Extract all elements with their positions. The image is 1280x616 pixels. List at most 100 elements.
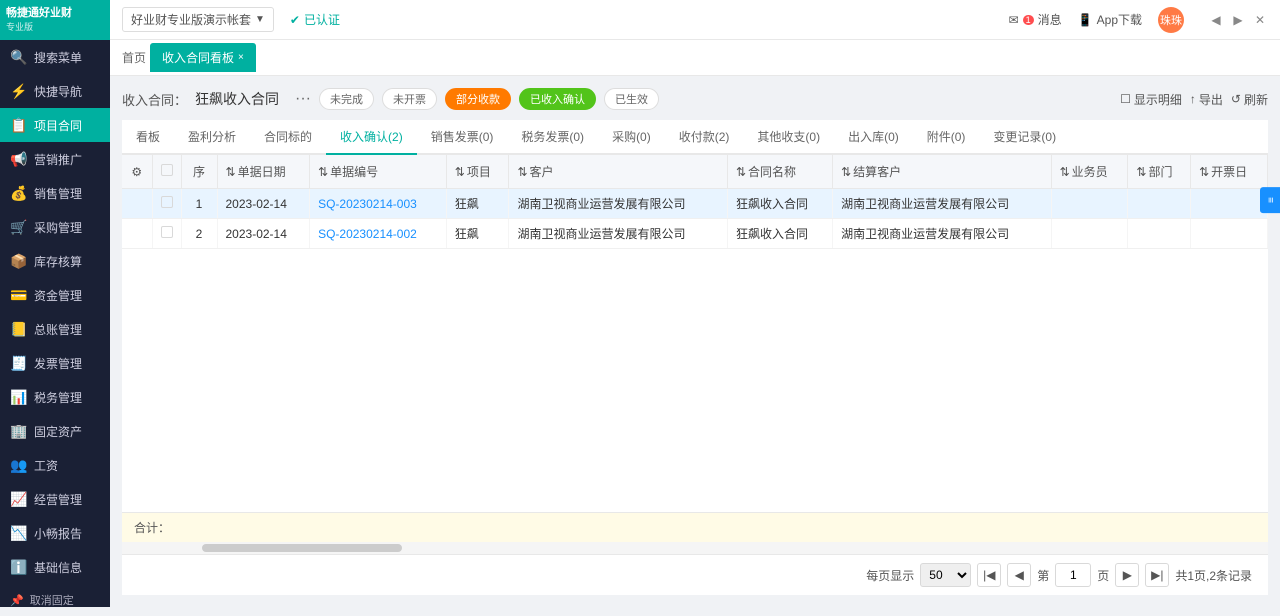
- avatar: 珠珠: [1158, 7, 1184, 33]
- quick-nav-icon: ⚡: [10, 82, 28, 100]
- status-incomplete[interactable]: 未完成: [319, 88, 374, 110]
- row1-check[interactable]: [152, 189, 181, 219]
- show-detail-toggle[interactable]: ☐ 显示明细: [1120, 91, 1182, 108]
- sidebar-item-quick-nav[interactable]: ⚡ 快捷导航: [0, 74, 110, 108]
- sidebar-item-sales[interactable]: 💰 销售管理: [0, 176, 110, 210]
- page-label: 第: [1037, 567, 1049, 584]
- header-actions: ☐ 显示明细 ↑ 导出 ↺ 刷新: [1120, 91, 1268, 108]
- table-row[interactable]: 1 2023-02-14 SQ-20230214-003 狂飙 湖南卫视商业运营…: [122, 189, 1268, 219]
- sidebar-item-marketing[interactable]: 📢 营销推广: [0, 142, 110, 176]
- th-bill-no[interactable]: ⇅单据编号: [310, 155, 447, 189]
- row1-dept: [1128, 189, 1191, 219]
- scrollbar-thumb[interactable]: [202, 544, 402, 552]
- row1-checkbox[interactable]: [161, 196, 173, 208]
- th-salesman[interactable]: ⇅业务员: [1051, 155, 1128, 189]
- select-all-checkbox[interactable]: [161, 164, 173, 176]
- window-close-button[interactable]: ✕: [1252, 12, 1268, 28]
- tab-kanban[interactable]: 看板: [122, 120, 174, 155]
- prev-page-button[interactable]: ◀: [1007, 563, 1031, 587]
- per-page-select[interactable]: 20 50 100: [920, 563, 971, 587]
- tab-change-log[interactable]: 变更记录(0): [979, 120, 1070, 155]
- tab-warehouse[interactable]: 出入库(0): [834, 120, 913, 155]
- close-tab-button[interactable]: ×: [238, 52, 244, 63]
- row2-end-customer: 湖南卫视商业运营发展有限公司: [833, 219, 1052, 249]
- user-avatar-button[interactable]: 珠珠: [1158, 7, 1184, 33]
- refresh-label: 刷新: [1244, 91, 1268, 108]
- tab-other-income[interactable]: 其他收支(0): [743, 120, 834, 155]
- sidebar-item-ops[interactable]: 📈 经营管理: [0, 482, 110, 516]
- status-effective[interactable]: 已生效: [604, 88, 659, 110]
- sidebar-item-capital[interactable]: 💳 资金管理: [0, 278, 110, 312]
- page-number-input[interactable]: 1: [1055, 563, 1091, 587]
- sidebar-item-reports[interactable]: 📉 小畅报告: [0, 516, 110, 550]
- window-forward-button[interactable]: ▶: [1230, 12, 1246, 28]
- sidebar-item-base-info[interactable]: ℹ️ 基础信息: [0, 550, 110, 584]
- right-panel-icon[interactable]: ≡: [1260, 187, 1280, 213]
- more-actions-button[interactable]: ···: [295, 90, 311, 108]
- sidebar-item-general-ledger-label: 总账管理: [34, 321, 82, 338]
- sidebar-item-inventory[interactable]: 📦 库存核算: [0, 244, 110, 278]
- th-date[interactable]: ⇅单据日期: [217, 155, 310, 189]
- hr-icon: 👥: [10, 456, 28, 474]
- tab-contract-std[interactable]: 合同标的: [250, 120, 326, 155]
- export-button[interactable]: ↑ 导出: [1190, 91, 1223, 108]
- sidebar-item-purchase-label: 采购管理: [34, 219, 82, 236]
- window-back-button[interactable]: ◀: [1208, 12, 1224, 28]
- tab-payment[interactable]: 收付款(2): [665, 120, 744, 155]
- row1-bill-no[interactable]: SQ-20230214-003: [310, 189, 447, 219]
- row1-no: 1: [181, 189, 217, 219]
- sidebar-item-hr[interactable]: 👥 工资: [0, 448, 110, 482]
- table-row[interactable]: 2 2023-02-14 SQ-20230214-002 狂飙 湖南卫视商业运营…: [122, 219, 1268, 249]
- sidebar-pin-item[interactable]: 📌 取消固定: [0, 584, 110, 616]
- app-edition: 专业版: [6, 20, 72, 33]
- th-setting[interactable]: ⚙: [122, 155, 152, 189]
- row2-check[interactable]: [152, 219, 181, 249]
- row1-bill-no-link[interactable]: SQ-20230214-003: [318, 197, 417, 211]
- company-selector[interactable]: 好业财专业版演示帐套 ▼: [122, 7, 274, 32]
- table-header-row: ⚙ 序 ⇅单据日期 ⇅单据编号 ⇅项目 ⇅客户 ⇅合同名称 ⇅结算客户 ⇅业务员…: [122, 155, 1268, 189]
- topbar-right: ✉ 1 消息 📱 App下载 珠珠 ◀ ▶ ✕: [1009, 7, 1268, 33]
- sidebar-item-general-ledger[interactable]: 📒 总账管理: [0, 312, 110, 346]
- refresh-button[interactable]: ↺ 刷新: [1231, 91, 1268, 108]
- tab-profit[interactable]: 盈利分析: [174, 120, 250, 155]
- sidebar-item-tax[interactable]: 📊 税务管理: [0, 380, 110, 414]
- tab-income-confirm[interactable]: 收入确认(2): [326, 120, 417, 155]
- row1-customer: 湖南卫视商业运营发展有限公司: [509, 189, 728, 219]
- sidebar-item-project-contract[interactable]: 📋 项目合同: [0, 108, 110, 142]
- export-icon: ↑: [1190, 92, 1196, 106]
- home-link[interactable]: 首页: [122, 49, 146, 66]
- active-tab[interactable]: 收入合同看板 ×: [150, 43, 256, 72]
- sidebar-item-tax-label: 税务管理: [34, 389, 82, 406]
- th-contract-name[interactable]: ⇅合同名称: [727, 155, 832, 189]
- sidebar-item-fixed-assets[interactable]: 🏢 固定资产: [0, 414, 110, 448]
- horizontal-scrollbar[interactable]: [122, 542, 1268, 554]
- tab-attachment[interactable]: 附件(0): [913, 120, 980, 155]
- th-end-customer[interactable]: ⇅结算客户: [833, 155, 1052, 189]
- sidebar-item-invoice-mgmt[interactable]: 🧾 发票管理: [0, 346, 110, 380]
- status-uninvoiced[interactable]: 未开票: [382, 88, 437, 110]
- message-button[interactable]: ✉ 1 消息: [1009, 11, 1062, 28]
- th-open-date[interactable]: ⇅开票日: [1191, 155, 1268, 189]
- app-download-button[interactable]: 📱 App下载: [1078, 11, 1142, 28]
- sidebar-item-invoice-mgmt-label: 发票管理: [34, 355, 82, 372]
- row2-bill-no-link[interactable]: SQ-20230214-002: [318, 227, 417, 241]
- row2-open-date: [1191, 219, 1268, 249]
- status-partial-collected[interactable]: 部分收款: [445, 88, 511, 110]
- tab-purchase[interactable]: 采购(0): [598, 120, 665, 155]
- sidebar-item-search[interactable]: 🔍 搜索菜单: [0, 40, 110, 74]
- first-page-button[interactable]: |◀: [977, 563, 1001, 587]
- last-page-button[interactable]: ▶|: [1145, 563, 1169, 587]
- th-dept[interactable]: ⇅部门: [1128, 155, 1191, 189]
- sidebar-item-purchase[interactable]: 🛒 采购管理: [0, 210, 110, 244]
- th-project[interactable]: ⇅项目: [446, 155, 509, 189]
- tab-sales-invoice[interactable]: 销售发票(0): [417, 120, 508, 155]
- sidebar-item-sales-label: 销售管理: [34, 185, 82, 202]
- th-check[interactable]: [152, 155, 181, 189]
- status-confirmed[interactable]: 已收入确认: [519, 88, 596, 110]
- th-customer[interactable]: ⇅客户: [509, 155, 728, 189]
- next-page-button[interactable]: ▶: [1115, 563, 1139, 587]
- tab-tax-invoice[interactable]: 税务发票(0): [507, 120, 598, 155]
- pin-icon: 📌: [10, 594, 24, 607]
- row2-checkbox[interactable]: [161, 226, 173, 238]
- row2-bill-no[interactable]: SQ-20230214-002: [310, 219, 447, 249]
